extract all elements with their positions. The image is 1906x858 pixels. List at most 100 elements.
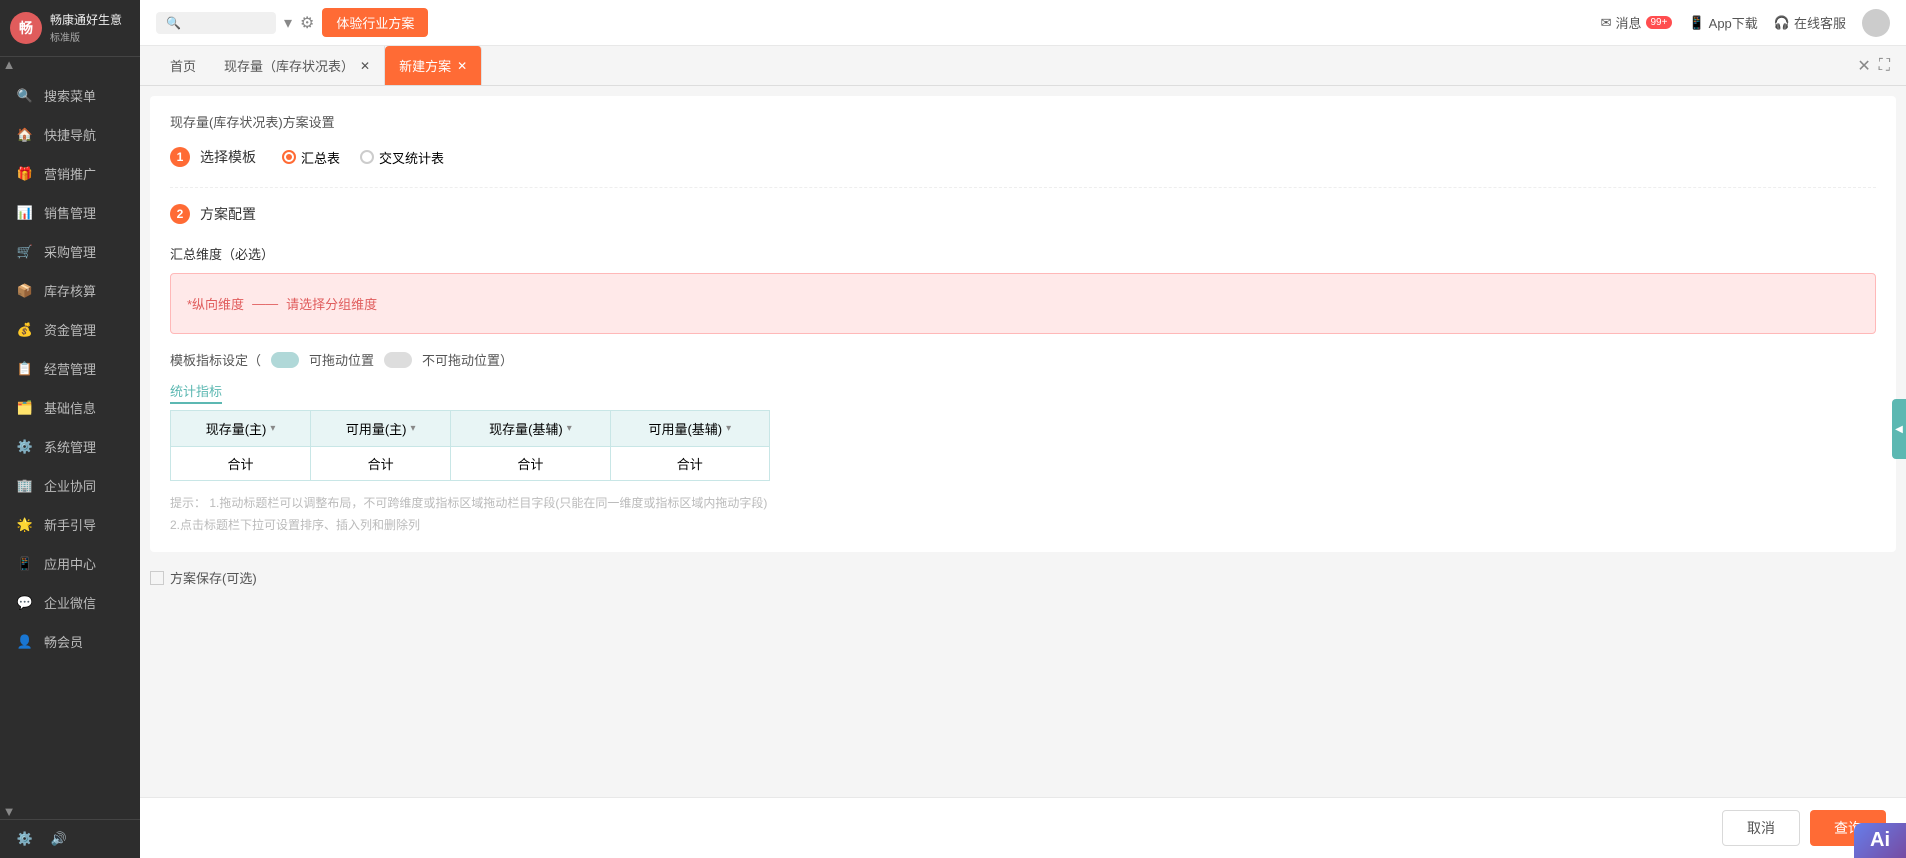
sidebar-logo: 畅 畅康通好生意 标准版 — [0, 0, 140, 57]
sidebar-nav: 🔍 搜索菜单 🏠 快捷导航 🎁 营销推广 📊 销售管理 🛒 采购管理 📦 库存核… — [0, 72, 140, 804]
chart-icon: 📊 — [16, 204, 34, 222]
sidebar-item-label: 销售管理 — [44, 203, 96, 222]
search-icon: 🔍 — [16, 87, 34, 105]
sidebar-item-label: 经营管理 — [44, 359, 96, 378]
home-icon: 🏠 — [16, 126, 34, 144]
sidebar-item-purchase[interactable]: 🛒 采购管理 — [0, 232, 140, 271]
tab-home[interactable]: 首页 — [156, 46, 210, 85]
col2-chevron-icon: ▾ — [411, 423, 416, 434]
sidebar-item-member[interactable]: 👤 畅会员 — [0, 622, 140, 661]
app-download-label: App下载 — [1709, 13, 1758, 32]
topbar-dropdown-icon[interactable]: ▾ — [284, 13, 292, 33]
tab-new-scheme[interactable]: 新建方案 ✕ — [385, 46, 482, 85]
sidebar-item-label: 营销推广 — [44, 164, 96, 183]
sidebar-item-label: 畅会员 — [44, 632, 83, 651]
ai-badge[interactable]: Ai — [1854, 823, 1906, 858]
col1-label: 现存量(主) — [206, 419, 267, 438]
user-avatar[interactable] — [1862, 9, 1890, 37]
sidebar-item-sales[interactable]: 📊 销售管理 — [0, 193, 140, 232]
close-tab-button[interactable]: ✕ — [1857, 56, 1870, 76]
radio-summary-circle — [282, 150, 296, 164]
col3-label: 现存量(基辅) — [489, 419, 563, 438]
star-icon: 🌟 — [16, 516, 34, 534]
online-service-button[interactable]: 🎧 在线客服 — [1774, 13, 1846, 32]
topbar-gear-icon[interactable]: ⚙ — [300, 13, 314, 33]
sidebar-item-label: 基础信息 — [44, 398, 96, 417]
search-bar[interactable]: 🔍 — [156, 12, 276, 34]
sidebar-scroll-up[interactable]: ▲ — [0, 57, 18, 72]
tab-inventory-close-icon[interactable]: ✕ — [360, 59, 370, 73]
sidebar-item-label: 资金管理 — [44, 320, 96, 339]
expand-tab-button[interactable]: ⛶ — [1879, 57, 1890, 75]
sidebar-item-wechat[interactable]: 💬 企业微信 — [0, 583, 140, 622]
cell-r1c4: 合计 — [610, 447, 769, 481]
main-area: 🔍 ▾ ⚙ 体验行业方案 ✉ 消息 99+ 📱 App下载 🎧 在线客服 — [140, 0, 1906, 858]
sidebar-item-appstore[interactable]: 📱 应用中心 — [0, 544, 140, 583]
sidebar-item-finance[interactable]: 💰 资金管理 — [0, 310, 140, 349]
step1-badge: 1 — [170, 147, 190, 167]
tab-new-scheme-close-icon[interactable]: ✕ — [457, 59, 467, 73]
sidebar-footer: ⚙️ 🔊 — [0, 819, 140, 858]
step2-label: 方案配置 — [200, 204, 256, 224]
sidebar-item-basic[interactable]: 🗂️ 基础信息 — [0, 388, 140, 427]
search-icon: 🔍 — [166, 16, 181, 30]
sidebar-item-enterprise[interactable]: 🏢 企业协同 — [0, 466, 140, 505]
topbar-left: 🔍 ▾ ⚙ 体验行业方案 — [156, 8, 1589, 37]
sidebar-scroll-down[interactable]: ▼ — [0, 804, 18, 819]
settings-icon[interactable]: ⚙️ — [16, 830, 34, 848]
table-row: 合计 合计 合计 合计 — [171, 447, 770, 481]
tips-section: 提示： 1.拖动标题栏可以调整布局，不可跨维度或指标区域拖动栏目字段(只能在同一… — [170, 493, 1876, 536]
tab-inventory[interactable]: 现存量（库存状况表） ✕ — [210, 46, 385, 85]
right-edge-tab[interactable]: ◀ — [1892, 399, 1906, 459]
col1-header[interactable]: 现存量(主) ▾ — [171, 411, 311, 447]
speaker-icon[interactable]: 🔊 — [50, 830, 68, 848]
sidebar-item-marketing[interactable]: 🎁 营销推广 — [0, 154, 140, 193]
building-icon: 🏢 — [16, 477, 34, 495]
industry-solution-button[interactable]: 体验行业方案 — [322, 8, 428, 37]
sidebar-item-label: 采购管理 — [44, 242, 96, 261]
col4-label: 可用量(基辅) — [648, 419, 722, 438]
step2-badge: 2 — [170, 204, 190, 224]
non-draggable-indicator — [384, 352, 412, 368]
stats-section-label: 统计指标 — [170, 381, 222, 404]
app-name: 畅康通好生意 — [50, 12, 122, 29]
radio-summary-label: 汇总表 — [301, 148, 340, 167]
stats-table: 现存量(主) ▾ 可用量(主) ▾ 现存量(基辅 — [170, 410, 770, 481]
col3-header[interactable]: 现存量(基辅) ▾ — [451, 411, 610, 447]
radio-summary[interactable]: 汇总表 — [282, 148, 340, 167]
sidebar-item-management[interactable]: 📋 经营管理 — [0, 349, 140, 388]
gift-icon: 🎁 — [16, 165, 34, 183]
indicator-settings-row: 模板指标设定（ 可拖动位置 不可拖动位置） — [170, 350, 1876, 369]
tip1-text: 提示： 1.拖动标题栏可以调整布局，不可跨维度或指标区域拖动栏目字段(只能在同一… — [170, 493, 1876, 515]
chat-icon: 💬 — [16, 594, 34, 612]
sidebar-item-nav[interactable]: 🏠 快捷导航 — [0, 115, 140, 154]
dimension-box[interactable]: *纵向维度 —— 请选择分组维度 — [170, 273, 1876, 334]
col2-header[interactable]: 可用量(主) ▾ — [311, 411, 451, 447]
sidebar-item-inventory[interactable]: 📦 库存核算 — [0, 271, 140, 310]
step1-row: 1 选择模板 汇总表 交叉统计表 — [170, 147, 1876, 167]
col4-header[interactable]: 可用量(基辅) ▾ — [610, 411, 769, 447]
tabs-controls: ✕ ⛶ — [1857, 56, 1890, 76]
sidebar-item-search[interactable]: 🔍 搜索菜单 — [0, 76, 140, 115]
money-icon: 💰 — [16, 321, 34, 339]
user-icon: 👤 — [16, 633, 34, 651]
dimension-arrow: —— — [252, 296, 278, 311]
gear-icon: ⚙️ — [16, 438, 34, 456]
draggable-indicator — [271, 352, 299, 368]
col3-chevron-icon: ▾ — [567, 423, 572, 434]
app-tag: 标准版 — [50, 29, 122, 44]
draggable-label: 可拖动位置 — [309, 350, 374, 369]
radio-cross[interactable]: 交叉统计表 — [360, 148, 444, 167]
app-download-button[interactable]: 📱 App下载 — [1688, 13, 1757, 32]
save-scheme-checkbox[interactable] — [150, 571, 164, 585]
box-icon: 📦 — [16, 282, 34, 300]
cancel-button[interactable]: 取消 — [1722, 810, 1800, 846]
radio-cross-label: 交叉统计表 — [379, 148, 444, 167]
message-badge: 99+ — [1646, 16, 1673, 29]
sidebar-item-label: 库存核算 — [44, 281, 96, 300]
sidebar-item-guide[interactable]: 🌟 新手引导 — [0, 505, 140, 544]
col1-chevron-icon: ▾ — [270, 423, 275, 434]
panel-title: 现存量(库存状况表)方案设置 — [170, 112, 1876, 131]
sidebar-item-system[interactable]: ⚙️ 系统管理 — [0, 427, 140, 466]
message-button[interactable]: ✉ 消息 99+ — [1601, 13, 1673, 32]
